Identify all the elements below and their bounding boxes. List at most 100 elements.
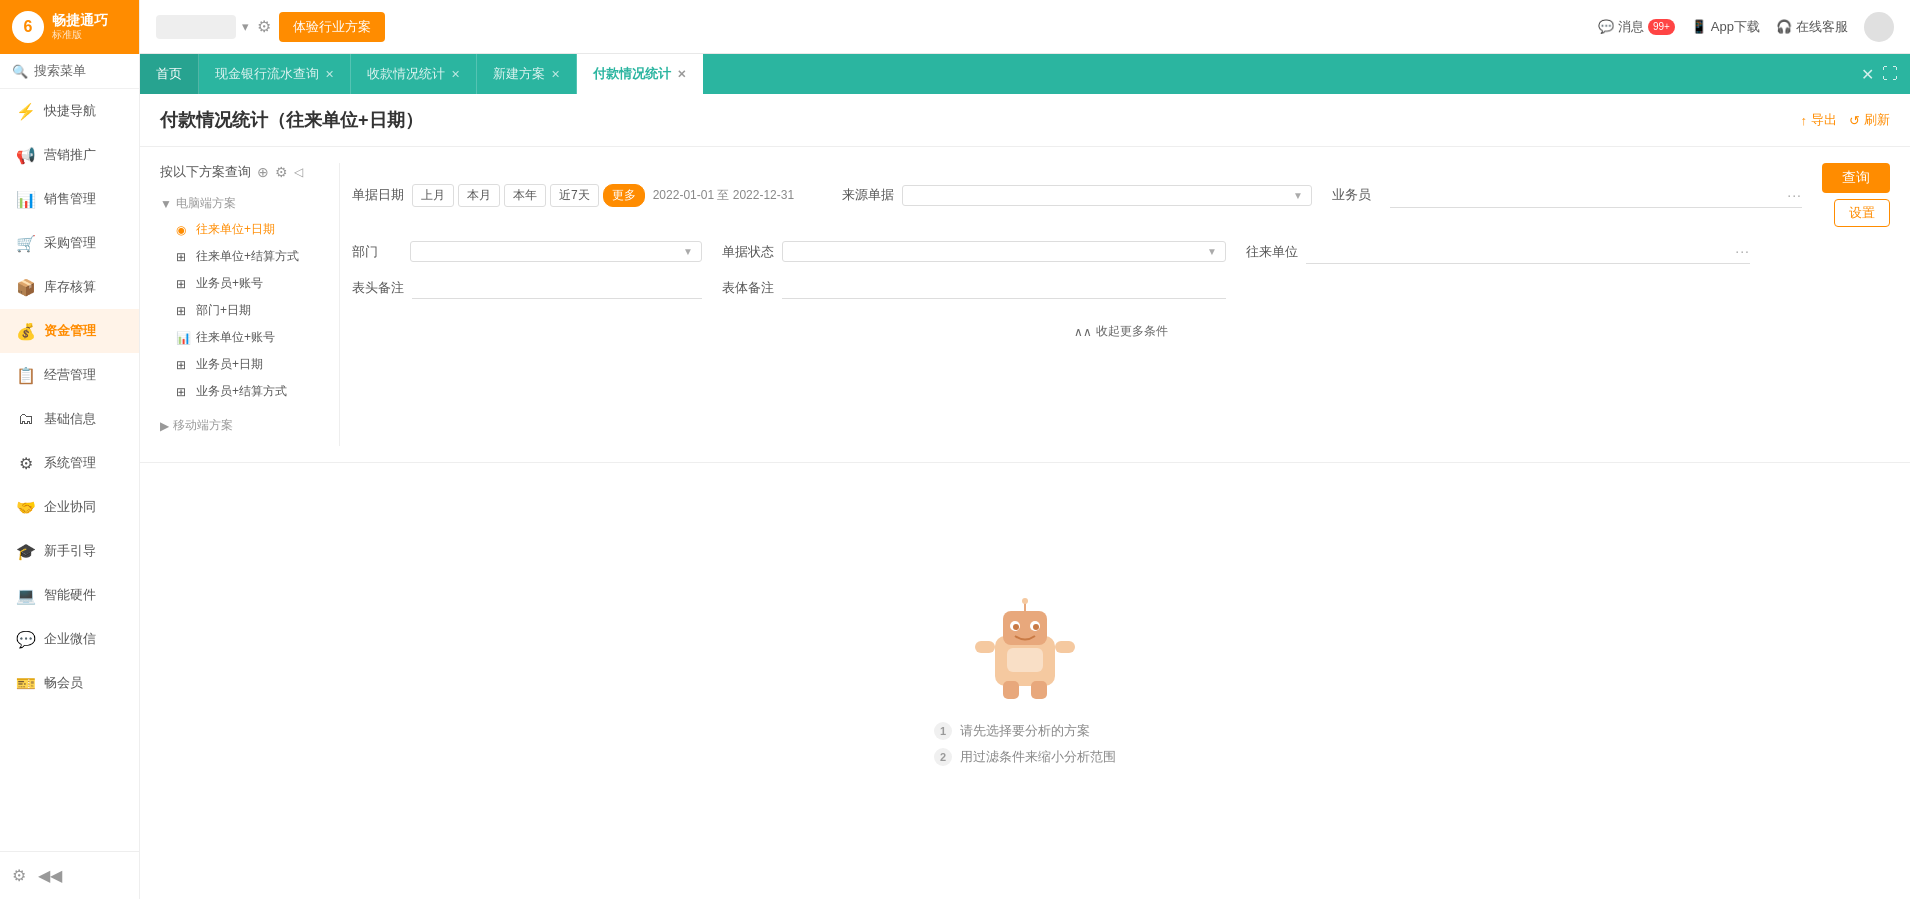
sidebar-item-system[interactable]: ⚙ 系统管理: [0, 441, 139, 485]
export-btn[interactable]: ↑ 导出: [1801, 111, 1838, 129]
scheme-item-4[interactable]: 📊 往来单位+账号: [160, 324, 327, 351]
empty-tips: 1 请先选择要分析的方案 2 用过滤条件来缩小分析范围: [934, 722, 1116, 766]
scheme-item-icon-0: ◉: [176, 223, 190, 237]
scheme-group-desktop-title[interactable]: ▼ 电脑端方案: [160, 191, 327, 216]
sidebar-item-finance[interactable]: 💰 资金管理: [0, 309, 139, 353]
doc-status-select[interactable]: ▼: [782, 241, 1226, 262]
sidebar-label-operations: 经营管理: [44, 366, 96, 384]
collapse-conditions-btn[interactable]: ∧∧ 收起更多条件: [1058, 319, 1184, 344]
tab-close-all-icon[interactable]: ✕: [1861, 65, 1874, 84]
tab-cash-flow[interactable]: 现金银行流水查询 ✕: [199, 54, 351, 94]
system-icon: ⚙: [16, 453, 36, 473]
scheme-item-3[interactable]: ⊞ 部门+日期: [160, 297, 327, 324]
user-info[interactable]: ▾: [156, 15, 249, 39]
refresh-btn[interactable]: ↺ 刷新: [1849, 111, 1890, 129]
table-body-note-input[interactable]: [782, 276, 1226, 299]
sidebar-label-sales: 销售管理: [44, 190, 96, 208]
empty-illustration: [965, 596, 1085, 706]
scheme-item-icon-2: ⊞: [176, 277, 190, 291]
collapse-scheme-icon[interactable]: ◁: [294, 165, 303, 179]
tab-new-scheme[interactable]: 新建方案 ✕: [477, 54, 577, 94]
sidebar-item-basic[interactable]: 🗂 基础信息: [0, 397, 139, 441]
sidebar-item-purchase[interactable]: 🛒 采购管理: [0, 221, 139, 265]
settings-footer-icon[interactable]: ⚙: [12, 866, 26, 885]
query-btn[interactable]: 查询: [1822, 163, 1890, 193]
sidebar-item-operations[interactable]: 📋 经营管理: [0, 353, 139, 397]
scheme-group-mobile-title[interactable]: ▶ 移动端方案: [160, 413, 327, 438]
page-title: 付款情况统计（往来单位+日期）: [160, 108, 423, 132]
tab-pay-stats-label: 付款情况统计: [593, 65, 671, 83]
dept-select-arrow: ▼: [683, 246, 693, 257]
refresh-icon: ↺: [1849, 113, 1860, 128]
scheme-item-0[interactable]: ◉ 往来单位+日期: [160, 216, 327, 243]
scheme-item-1[interactable]: ⊞ 往来单位+结算方式: [160, 243, 327, 270]
trial-btn[interactable]: 体验行业方案: [279, 12, 385, 42]
date-btn-last-7[interactable]: 近7天: [550, 184, 599, 207]
sidebar-item-corp[interactable]: 🤝 企业协同: [0, 485, 139, 529]
sidebar-item-quick-nav[interactable]: ⚡ 快捷导航: [0, 89, 139, 133]
add-scheme-icon[interactable]: ⊕: [257, 164, 269, 180]
sidebar-item-guide[interactable]: 🎓 新手引导: [0, 529, 139, 573]
date-btn-this-year[interactable]: 本年: [504, 184, 546, 207]
table-header-note-label: 表头备注: [352, 279, 404, 297]
date-btn-more[interactable]: 更多: [603, 184, 645, 207]
tab-pay-stats-close[interactable]: ✕: [677, 69, 686, 80]
tab-home[interactable]: 首页: [140, 54, 199, 94]
date-range-display: 2022-01-01 至 2022-12-31: [653, 187, 794, 204]
tab-payment-stats[interactable]: 收款情况统计 ✕: [351, 54, 477, 94]
page: 付款情况统计（往来单位+日期） ↑ 导出 ↺ 刷新 按以下方案查询 ⊕ ⚙: [140, 94, 1910, 899]
table-header-note-input[interactable]: [412, 276, 702, 299]
message-action[interactable]: 💬 消息 99+: [1598, 18, 1675, 36]
app-download-action[interactable]: 📱 App下载: [1691, 18, 1760, 36]
scheme-item-5[interactable]: ⊞ 业务员+日期: [160, 351, 327, 378]
collapse-sidebar-icon[interactable]: ◀◀: [38, 866, 62, 885]
scheme-panel: 按以下方案查询 ⊕ ⚙ ◁ ▼ 电脑端方案 ◉ 往来单位+日期: [160, 163, 340, 446]
scheme-item-6[interactable]: ⊞ 业务员+结算方式: [160, 378, 327, 405]
user-dropdown-icon[interactable]: ▾: [242, 19, 249, 34]
scheme-group-mobile: ▶ 移动端方案: [160, 413, 327, 438]
settings-btn[interactable]: 设置: [1834, 199, 1890, 227]
sidebar-label-marketing: 营销推广: [44, 146, 96, 164]
sidebar-item-hardware[interactable]: 💻 智能硬件: [0, 573, 139, 617]
tab-payment-stats-close[interactable]: ✕: [451, 69, 460, 80]
app-subtitle: 标准版: [52, 28, 108, 42]
sidebar-item-marketing[interactable]: 📢 营销推广: [0, 133, 139, 177]
scheme-group-arrow: ▼: [160, 197, 172, 211]
tab-pay-stats[interactable]: 付款情况统计 ✕: [577, 54, 703, 94]
dept-select[interactable]: ▼: [410, 241, 702, 262]
sidebar-item-sales[interactable]: 📊 销售管理: [0, 177, 139, 221]
tab-cash-flow-close[interactable]: ✕: [325, 69, 334, 80]
message-label: 消息: [1618, 18, 1644, 36]
topbar-gear-icon[interactable]: ⚙: [257, 17, 271, 36]
salesman-more-btn[interactable]: ···: [1787, 187, 1802, 203]
empty-tip-1: 1 请先选择要分析的方案: [934, 722, 1116, 740]
sidebar-label-member: 畅会员: [44, 674, 83, 692]
source-select[interactable]: ▼: [902, 185, 1312, 206]
marketing-icon: 📢: [16, 145, 36, 165]
message-badge: 99+: [1648, 19, 1675, 35]
sidebar-item-wechat[interactable]: 💬 企业微信: [0, 617, 139, 661]
user-avatar[interactable]: [1864, 12, 1894, 42]
partner-more-btn[interactable]: ···: [1735, 243, 1750, 259]
sidebar-footer: ⚙ ◀◀: [0, 851, 139, 899]
tab-new-scheme-close[interactable]: ✕: [551, 69, 560, 80]
date-btn-last-month[interactable]: 上月: [412, 184, 454, 207]
sidebar-label-finance: 资金管理: [44, 322, 96, 340]
collapse-label: 收起更多条件: [1096, 323, 1168, 340]
scheme-item-2[interactable]: ⊞ 业务员+账号: [160, 270, 327, 297]
message-icon: 💬: [1598, 19, 1614, 34]
filter-area: 按以下方案查询 ⊕ ⚙ ◁ ▼ 电脑端方案 ◉ 往来单位+日期: [140, 147, 1910, 463]
sidebar-item-member[interactable]: 🎫 畅会员: [0, 661, 139, 705]
refresh-label: 刷新: [1864, 111, 1890, 129]
scheme-group-desktop: ▼ 电脑端方案 ◉ 往来单位+日期 ⊞ 往来单位+结算方式 ⊞ 业务员+账号: [160, 191, 327, 405]
app-download-label: App下载: [1711, 18, 1760, 36]
scheme-settings-icon[interactable]: ⚙: [275, 164, 288, 180]
sidebar-item-inventory[interactable]: 📦 库存核算: [0, 265, 139, 309]
date-btn-this-month[interactable]: 本月: [458, 184, 500, 207]
svg-rect-10: [1003, 681, 1019, 699]
search-menu[interactable]: 🔍 搜索菜单: [0, 54, 139, 89]
logo-icon: 6: [12, 11, 44, 43]
topbar: ▾ ⚙ 体验行业方案 💬 消息 99+ 📱 App下载 🎧 在线客服: [140, 0, 1910, 54]
tab-expand-icon[interactable]: ⛶: [1882, 65, 1898, 83]
online-service-action[interactable]: 🎧 在线客服: [1776, 18, 1848, 36]
